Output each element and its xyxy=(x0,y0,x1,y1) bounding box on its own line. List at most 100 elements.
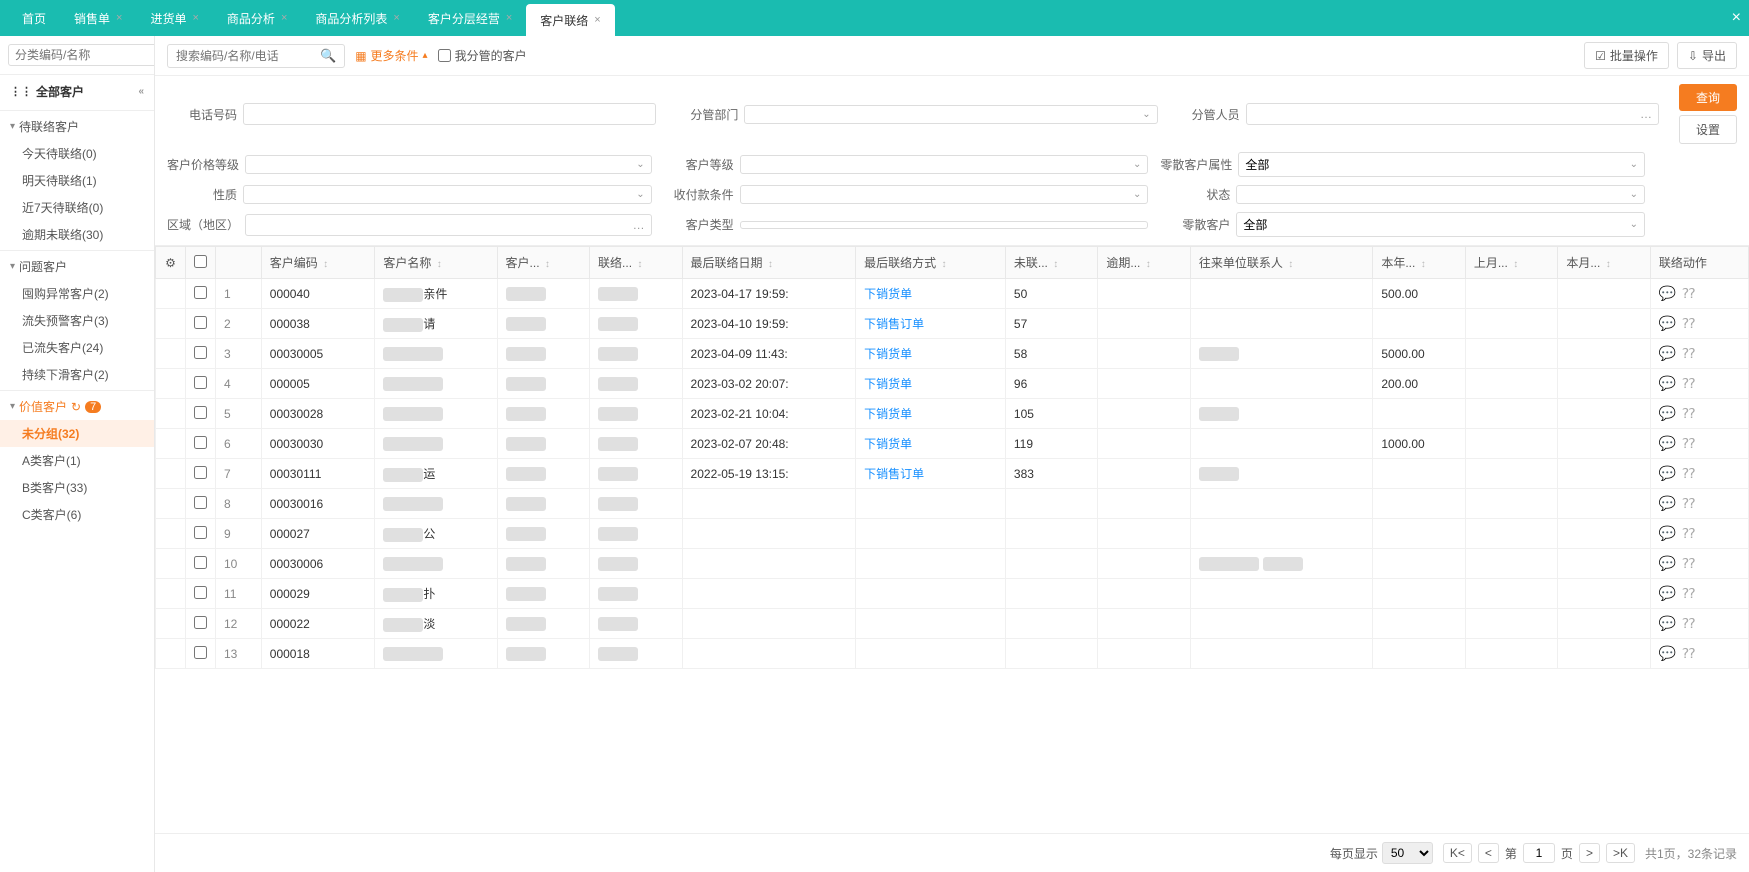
chat-icon[interactable]: 💬 xyxy=(1659,525,1676,542)
filter-search-icon[interactable]: 🔍 xyxy=(320,48,336,64)
chat-icon[interactable]: 💬 xyxy=(1659,315,1676,332)
sidebar-item-class-a[interactable]: A类客户(1) xyxy=(0,447,154,474)
region-select[interactable]: … xyxy=(245,214,652,236)
sidebar-value-group[interactable]: 价值客户 ↻ 7 xyxy=(0,393,154,420)
chat-icon[interactable]: 💬 xyxy=(1659,405,1676,422)
tab-customer-tier-close[interactable]: × xyxy=(506,12,512,24)
tab-analysis-close[interactable]: × xyxy=(281,12,287,24)
chat-icon[interactable]: 💬 xyxy=(1659,465,1676,482)
th-overdue[interactable]: 逾期... ↕ xyxy=(1098,247,1191,279)
sidebar-search-input[interactable] xyxy=(8,44,155,66)
person-select[interactable]: … xyxy=(1246,103,1659,125)
chat-icon[interactable]: 💬 xyxy=(1659,645,1676,662)
last-contact-way[interactable]: 下销货单 xyxy=(864,347,912,361)
sidebar-item-today[interactable]: 今天待联络(0) xyxy=(0,140,154,167)
th-last-date[interactable]: 最后联络日期 ↕ xyxy=(682,247,856,279)
row-checkbox[interactable] xyxy=(194,406,207,419)
last-contact-way[interactable]: 下销货单 xyxy=(864,377,912,391)
row-checkbox[interactable] xyxy=(194,466,207,479)
apps-icon[interactable]: ⁇ xyxy=(1682,465,1695,482)
tab-sales[interactable]: 销售单 × xyxy=(60,0,136,36)
th-last-way[interactable]: 最后联络方式 ↕ xyxy=(856,247,1006,279)
sidebar-item-churned[interactable]: 已流失客户(24) xyxy=(0,334,154,361)
sidebar-item-abnormal[interactable]: 囤购异常客户(2) xyxy=(0,280,154,307)
row-checkbox[interactable] xyxy=(194,316,207,329)
reset-button[interactable]: 设置 xyxy=(1679,115,1737,144)
scatter-attr-select[interactable]: 全部 ⌄ xyxy=(1238,152,1645,177)
chat-icon[interactable]: 💬 xyxy=(1659,585,1676,602)
apps-icon[interactable]: ⁇ xyxy=(1682,435,1695,452)
sidebar-item-class-b[interactable]: B类客户(33) xyxy=(0,474,154,501)
dept-select[interactable]: ⌄ xyxy=(744,105,1157,124)
row-checkbox[interactable] xyxy=(194,436,207,449)
sidebar-all-customers[interactable]: ⋮⋮ 全部客户 « xyxy=(0,75,154,108)
th-contact[interactable]: 联络... ↕ xyxy=(590,247,683,279)
tab-customer-contact[interactable]: 客户联络 × xyxy=(526,4,614,36)
row-checkbox[interactable] xyxy=(194,376,207,389)
row-checkbox[interactable] xyxy=(194,616,207,629)
global-close-button[interactable]: × xyxy=(1732,9,1741,27)
tab-purchase-close[interactable]: × xyxy=(192,12,198,24)
filter-more-button[interactable]: ▦ 更多条件 ▴ xyxy=(355,47,427,64)
row-checkbox[interactable] xyxy=(194,556,207,569)
tab-purchase[interactable]: 进货单 × xyxy=(136,0,212,36)
th-check[interactable] xyxy=(186,247,216,279)
chat-icon[interactable]: 💬 xyxy=(1659,435,1676,452)
next-page-button[interactable]: > xyxy=(1579,843,1600,863)
apps-icon[interactable]: ⁇ xyxy=(1682,405,1695,422)
chat-icon[interactable]: 💬 xyxy=(1659,615,1676,632)
tab-customer-contact-close[interactable]: × xyxy=(594,14,600,26)
sidebar-item-ungroup[interactable]: 未分组(32) xyxy=(0,420,154,447)
my-customers-check-input[interactable] xyxy=(438,49,451,62)
page-number-input[interactable] xyxy=(1523,843,1555,863)
th-type[interactable]: 客户... ↕ xyxy=(497,247,590,279)
tab-sales-close[interactable]: × xyxy=(116,12,122,24)
apps-icon[interactable]: ⁇ xyxy=(1682,555,1695,572)
prev-page-button[interactable]: < xyxy=(1478,843,1499,863)
row-checkbox[interactable] xyxy=(194,646,207,659)
chat-icon[interactable]: 💬 xyxy=(1659,555,1676,572)
tab-customer-tier[interactable]: 客户分层经营 × xyxy=(414,0,526,36)
sidebar-item-overdue[interactable]: 逾期未联络(30) xyxy=(0,221,154,248)
price-level-select[interactable]: ⌄ xyxy=(245,155,652,174)
scatter-customer-select[interactable]: 全部 ⌄ xyxy=(1236,212,1645,237)
tab-analysis[interactable]: 商品分析 × xyxy=(213,0,301,36)
chat-icon[interactable]: 💬 xyxy=(1659,495,1676,512)
refresh-icon[interactable]: ↻ xyxy=(71,400,81,414)
sidebar-collapse-icon[interactable]: « xyxy=(138,86,144,97)
row-checkbox[interactable] xyxy=(194,526,207,539)
first-page-button[interactable]: K< xyxy=(1443,843,1472,863)
row-checkbox[interactable] xyxy=(194,286,207,299)
last-contact-way[interactable]: 下销售订单 xyxy=(864,317,924,331)
apps-icon[interactable]: ⁇ xyxy=(1682,315,1695,332)
last-contact-way[interactable]: 下销货单 xyxy=(864,287,912,301)
chat-icon[interactable]: 💬 xyxy=(1659,345,1676,362)
filter-search-box[interactable]: 🔍 xyxy=(167,44,345,68)
th-this-month[interactable]: 本月... ↕ xyxy=(1558,247,1651,279)
batch-operations-button[interactable]: ☑ 批量操作 xyxy=(1584,42,1669,69)
sidebar-problem-group[interactable]: 问题客户 xyxy=(0,253,154,280)
chat-icon[interactable]: 💬 xyxy=(1659,375,1676,392)
customer-level-select[interactable]: ⌄ xyxy=(740,155,1149,174)
chat-icon[interactable]: 💬 xyxy=(1659,285,1676,302)
apps-icon[interactable]: ⁇ xyxy=(1682,345,1695,362)
apps-icon[interactable]: ⁇ xyxy=(1682,285,1695,302)
row-checkbox[interactable] xyxy=(194,586,207,599)
payment-select[interactable]: ⌄ xyxy=(740,185,1149,204)
row-checkbox[interactable] xyxy=(194,346,207,359)
th-this-year[interactable]: 本年... ↕ xyxy=(1373,247,1466,279)
last-contact-way[interactable]: 下销货单 xyxy=(864,407,912,421)
status-select[interactable]: ⌄ xyxy=(1236,185,1645,204)
last-contact-way[interactable]: 下销货单 xyxy=(864,437,912,451)
last-contact-way[interactable]: 下销售订单 xyxy=(864,467,924,481)
tab-analysis-list[interactable]: 商品分析列表 × xyxy=(301,0,413,36)
query-button[interactable]: 查询 xyxy=(1679,84,1737,111)
sidebar-item-churn-warning[interactable]: 流失预警客户(3) xyxy=(0,307,154,334)
sidebar-pending-group[interactable]: 待联络客户 xyxy=(0,113,154,140)
sidebar-item-tomorrow[interactable]: 明天待联络(1) xyxy=(0,167,154,194)
sidebar-item-class-c[interactable]: C类客户(6) xyxy=(0,501,154,528)
th-unit-contact[interactable]: 往来单位联系人 ↕ xyxy=(1190,247,1372,279)
th-uncontacted[interactable]: 未联... ↕ xyxy=(1005,247,1098,279)
sidebar-item-declining[interactable]: 持续下滑客户(2) xyxy=(0,361,154,388)
apps-icon[interactable]: ⁇ xyxy=(1682,525,1695,542)
